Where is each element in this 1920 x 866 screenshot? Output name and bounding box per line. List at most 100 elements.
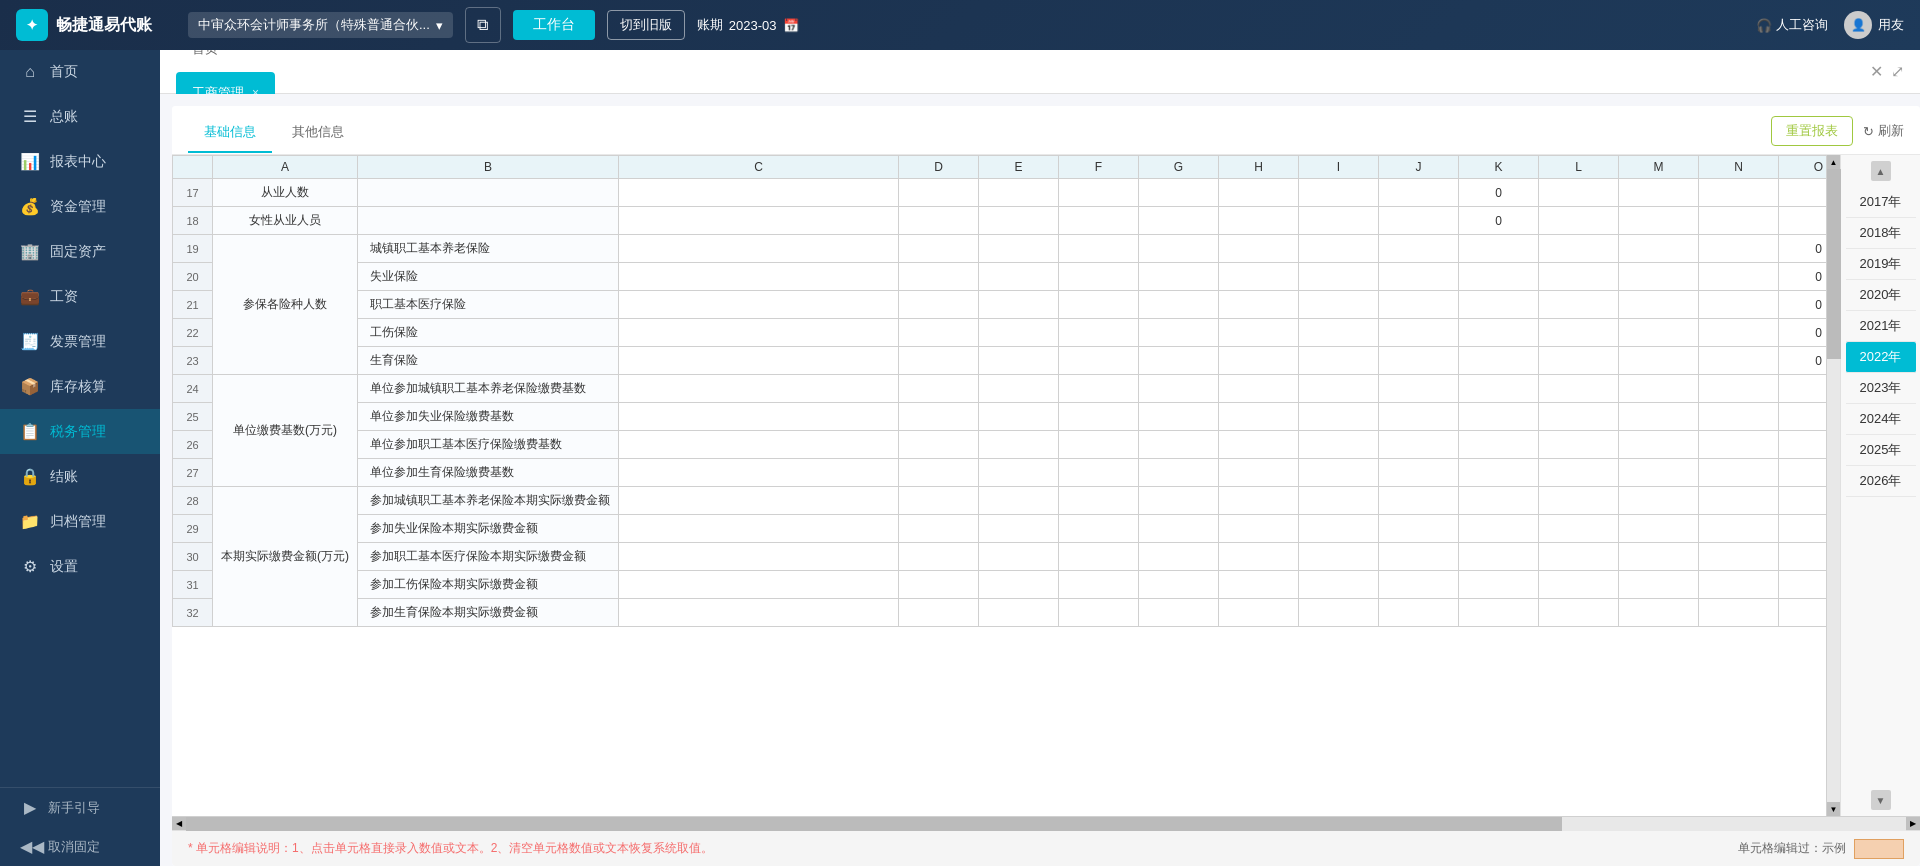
cell-30-M[interactable]	[1619, 543, 1699, 571]
cell-32-C[interactable]	[619, 599, 899, 627]
cell-21-O[interactable]: 0	[1779, 291, 1827, 319]
cell-19-F[interactable]	[1059, 235, 1139, 263]
cell-26-O[interactable]	[1779, 431, 1827, 459]
h-scroll-right-button[interactable]: ▶	[1906, 817, 1920, 831]
sidebar-item-invoice[interactable]: 🧾 发票管理	[0, 319, 160, 364]
cell-18-E[interactable]	[979, 207, 1059, 235]
cell-18-G[interactable]	[1139, 207, 1219, 235]
cell-28-E[interactable]	[979, 487, 1059, 515]
cell-27-M[interactable]	[1619, 459, 1699, 487]
cell-31-G[interactable]	[1139, 571, 1219, 599]
cell-31-M[interactable]	[1619, 571, 1699, 599]
cell-27-J[interactable]	[1379, 459, 1459, 487]
cell-25-D[interactable]	[899, 403, 979, 431]
cell-22-I[interactable]	[1299, 319, 1379, 347]
cell-26-F[interactable]	[1059, 431, 1139, 459]
cell-22-N[interactable]	[1699, 319, 1779, 347]
cell-19-M[interactable]	[1619, 235, 1699, 263]
year-item-2024年[interactable]: 2024年	[1846, 404, 1916, 435]
sidebar-item-closing[interactable]: 🔒 结账	[0, 454, 160, 499]
cell-23-K[interactable]	[1459, 347, 1539, 375]
cell-30-L[interactable]	[1539, 543, 1619, 571]
cell-27-E[interactable]	[979, 459, 1059, 487]
cell-26-C[interactable]	[619, 431, 899, 459]
cell-24-A[interactable]: 单位缴费基数(万元)	[213, 375, 358, 487]
cell-19-K[interactable]	[1459, 235, 1539, 263]
cell-17-G[interactable]	[1139, 179, 1219, 207]
cell-21-D[interactable]	[899, 291, 979, 319]
cell-23-J[interactable]	[1379, 347, 1459, 375]
cell-20-H[interactable]	[1219, 263, 1299, 291]
cell-27-K[interactable]	[1459, 459, 1539, 487]
year-item-2026年[interactable]: 2026年	[1846, 466, 1916, 497]
cell-28-D[interactable]	[899, 487, 979, 515]
cell-17-I[interactable]	[1299, 179, 1379, 207]
human-consult-area[interactable]: 🎧 人工咨询	[1756, 16, 1828, 34]
cell-30-K[interactable]	[1459, 543, 1539, 571]
cell-25-E[interactable]	[979, 403, 1059, 431]
cell-18-K[interactable]: 0	[1459, 207, 1539, 235]
cell-30-I[interactable]	[1299, 543, 1379, 571]
cell-27-F[interactable]	[1059, 459, 1139, 487]
cell-19-L[interactable]	[1539, 235, 1619, 263]
cell-18-L[interactable]	[1539, 207, 1619, 235]
cell-32-M[interactable]	[1619, 599, 1699, 627]
cell-24-G[interactable]	[1139, 375, 1219, 403]
cell-20-N[interactable]	[1699, 263, 1779, 291]
cell-25-O[interactable]	[1779, 403, 1827, 431]
cell-29-J[interactable]	[1379, 515, 1459, 543]
cell-29-G[interactable]	[1139, 515, 1219, 543]
cell-30-E[interactable]	[979, 543, 1059, 571]
v-scroll-thumb[interactable]	[1827, 169, 1841, 359]
cell-22-D[interactable]	[899, 319, 979, 347]
cell-28-M[interactable]	[1619, 487, 1699, 515]
cell-26-K[interactable]	[1459, 431, 1539, 459]
h-scroll-track[interactable]	[186, 817, 1906, 831]
sidebar-item-payroll[interactable]: 💼 工资	[0, 274, 160, 319]
cell-22-G[interactable]	[1139, 319, 1219, 347]
cell-30-B[interactable]: 参加职工基本医疗保险本期实际缴费金额	[358, 543, 619, 571]
cell-31-K[interactable]	[1459, 571, 1539, 599]
cell-32-H[interactable]	[1219, 599, 1299, 627]
cell-20-J[interactable]	[1379, 263, 1459, 291]
year-item-2017年[interactable]: 2017年	[1846, 187, 1916, 218]
h-scroll-thumb[interactable]	[186, 817, 1562, 831]
reset-report-button[interactable]: 重置报表	[1771, 116, 1853, 146]
cell-26-L[interactable]	[1539, 431, 1619, 459]
sub-tab-basic[interactable]: 基础信息	[188, 117, 272, 153]
cell-32-N[interactable]	[1699, 599, 1779, 627]
cell-32-I[interactable]	[1299, 599, 1379, 627]
cell-24-F[interactable]	[1059, 375, 1139, 403]
cell-28-I[interactable]	[1299, 487, 1379, 515]
cell-28-N[interactable]	[1699, 487, 1779, 515]
cell-31-C[interactable]	[619, 571, 899, 599]
cell-27-I[interactable]	[1299, 459, 1379, 487]
cell-26-M[interactable]	[1619, 431, 1699, 459]
cell-30-J[interactable]	[1379, 543, 1459, 571]
cell-18-A[interactable]: 女性从业人员	[213, 207, 358, 235]
year-item-2019年[interactable]: 2019年	[1846, 249, 1916, 280]
cell-17-D[interactable]	[899, 179, 979, 207]
cell-27-N[interactable]	[1699, 459, 1779, 487]
cell-21-G[interactable]	[1139, 291, 1219, 319]
scroll-up-button[interactable]: ▲	[1827, 155, 1840, 169]
cell-27-G[interactable]	[1139, 459, 1219, 487]
cell-25-K[interactable]	[1459, 403, 1539, 431]
cell-24-I[interactable]	[1299, 375, 1379, 403]
cell-18-O[interactable]	[1779, 207, 1827, 235]
cell-17-K[interactable]: 0	[1459, 179, 1539, 207]
cell-17-M[interactable]	[1619, 179, 1699, 207]
cell-21-L[interactable]	[1539, 291, 1619, 319]
cell-28-G[interactable]	[1139, 487, 1219, 515]
cell-29-F[interactable]	[1059, 515, 1139, 543]
cell-21-K[interactable]	[1459, 291, 1539, 319]
cell-22-J[interactable]	[1379, 319, 1459, 347]
scroll-down-year-button[interactable]: ▼	[1871, 790, 1891, 810]
cell-26-I[interactable]	[1299, 431, 1379, 459]
copy-button[interactable]: ⧉	[465, 7, 501, 43]
cell-31-I[interactable]	[1299, 571, 1379, 599]
cell-29-C[interactable]	[619, 515, 899, 543]
cell-29-H[interactable]	[1219, 515, 1299, 543]
cell-23-L[interactable]	[1539, 347, 1619, 375]
cell-23-F[interactable]	[1059, 347, 1139, 375]
